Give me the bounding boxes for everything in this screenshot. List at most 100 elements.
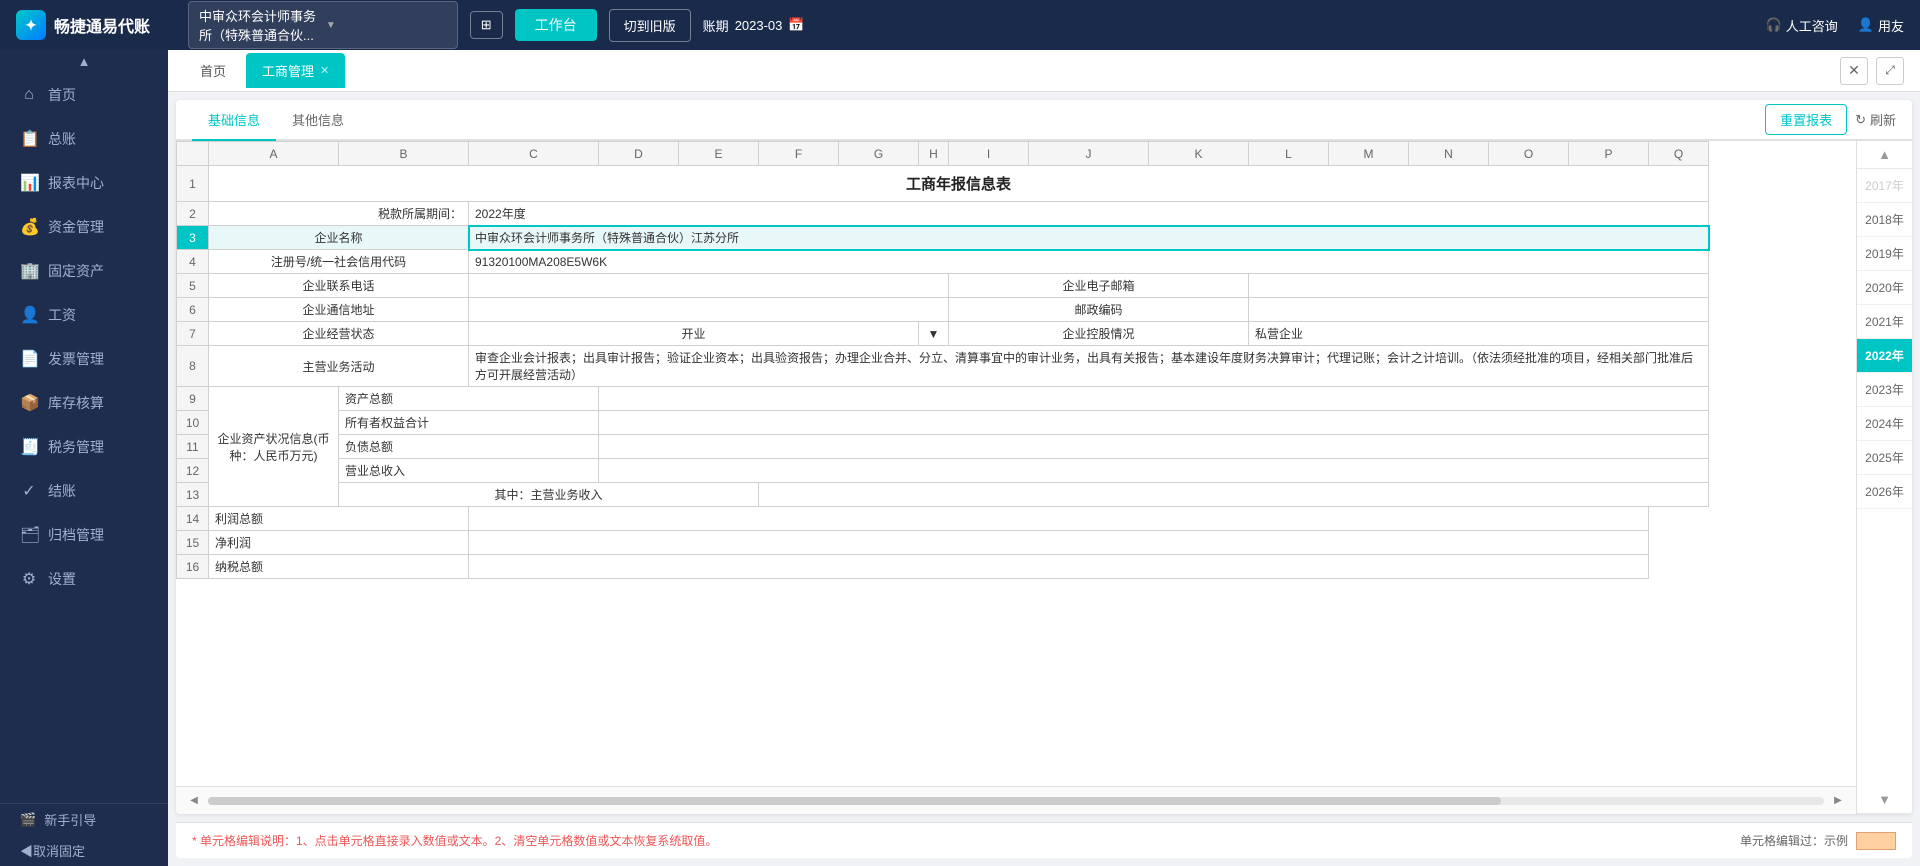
window-expand-button[interactable]: ⤢ (1876, 57, 1904, 85)
cell-5-phone[interactable] (469, 274, 949, 298)
cell-13-label: 其中：主营业务收入 (339, 483, 759, 507)
sidebar-label-tax: 税务管理 (48, 437, 104, 457)
year-item-2019[interactable]: 2019年 (1857, 237, 1912, 271)
sidebar-item-home[interactable]: ⌂ 首页 (0, 73, 168, 117)
year-item-2020[interactable]: 2020年 (1857, 271, 1912, 305)
cell-15-value[interactable] (469, 531, 1649, 555)
tab-business[interactable]: 工商管理 ✕ (246, 53, 345, 88)
col-header-o[interactable]: O (1489, 142, 1569, 166)
spreadsheet-wrapper: A B C D E F G H I J (176, 141, 1856, 814)
sidebar-item-closing[interactable]: ✓ 结账 (0, 469, 168, 513)
horizontal-scrollbar[interactable]: ◀ ▶ (176, 786, 1856, 814)
cell-4-value[interactable]: 91320100MA208E5W6K (469, 250, 1709, 274)
cell-assets-group-label: 企业资产状况信息(币种：人民币万元) (209, 387, 339, 507)
col-header-h[interactable]: H (919, 142, 949, 166)
row-num-14: 14 (177, 507, 209, 531)
footer-bar: * 单元格编辑说明：1、点击单元格直接录入数值或文本。2、清空单元格数值或文本恢… (176, 822, 1912, 858)
sub-tab-basic[interactable]: 基础信息 (192, 100, 276, 141)
scroll-thumb[interactable] (208, 797, 1501, 805)
sidebar-item-finance[interactable]: 💰 资金管理 (0, 205, 168, 249)
workbench-button[interactable]: 工作台 (515, 9, 597, 41)
cell-7-dropdown-icon[interactable]: ▼ (919, 322, 949, 346)
col-header-e[interactable]: E (679, 142, 759, 166)
cell-8-value[interactable]: 审查企业会计报表；出具审计报告；验证企业资本；出具验资报告；办理企业合并、分立、… (469, 346, 1709, 387)
cell-5-email[interactable] (1249, 274, 1709, 298)
year-item-2025[interactable]: 2025年 (1857, 441, 1912, 475)
sidebar-item-reports[interactable]: 📊 报表中心 (0, 161, 168, 205)
cell-6-zip[interactable] (1249, 298, 1709, 322)
col-header-d[interactable]: D (599, 142, 679, 166)
reset-button[interactable]: 重置报表 (1765, 104, 1847, 135)
new-guide-button[interactable]: 🎬 新手引导 (0, 804, 168, 835)
year-item-2017[interactable]: 2017年 (1857, 169, 1912, 203)
cell-6-address[interactable] (469, 298, 949, 322)
col-header-a[interactable]: A (209, 142, 339, 166)
cell-8-label: 主营业务活动 (209, 346, 469, 387)
col-header-j[interactable]: J (1029, 142, 1149, 166)
tab-home[interactable]: 首页 (184, 53, 242, 88)
col-header-b[interactable]: B (339, 142, 469, 166)
row-num-15: 15 (177, 531, 209, 555)
year-scroll-up-button[interactable]: ▲ (1857, 141, 1912, 169)
sidebar-scroll-up[interactable]: ▲ (0, 50, 168, 73)
col-header-c[interactable]: C (469, 142, 599, 166)
copy-company-button[interactable]: ⊞ (470, 11, 503, 39)
cell-7-holding-value[interactable]: 私营企业 (1249, 322, 1709, 346)
row-num-7: 7 (177, 322, 209, 346)
row-num-9: 9 (177, 387, 209, 411)
cell-13-value[interactable] (759, 483, 1709, 507)
col-header-i[interactable]: I (949, 142, 1029, 166)
calendar-icon[interactable]: 📅 (788, 17, 804, 33)
scroll-right-arrow[interactable]: ▶ (1828, 791, 1848, 811)
company-selector[interactable]: 中审众环会计师事务所（特殊普通合伙... ▼ (188, 1, 458, 49)
year-item-2023[interactable]: 2023年 (1857, 373, 1912, 407)
unpin-label: ◀取消固定 (20, 841, 85, 860)
col-header-f[interactable]: F (759, 142, 839, 166)
edited-label: 单元格编辑过：示例 (1740, 832, 1848, 849)
year-item-2018[interactable]: 2018年 (1857, 203, 1912, 237)
sidebar-item-invoice[interactable]: 📄 发票管理 (0, 337, 168, 381)
tab-close-icon[interactable]: ✕ (320, 64, 329, 77)
consult-button[interactable]: 🎧 人工咨询 (1766, 16, 1838, 35)
col-header-q[interactable]: Q (1649, 142, 1709, 166)
sidebar-item-inventory[interactable]: 📦 库存核算 (0, 381, 168, 425)
sidebar-item-tax[interactable]: 🧾 税务管理 (0, 425, 168, 469)
year-item-2021[interactable]: 2021年 (1857, 305, 1912, 339)
col-header-n[interactable]: N (1409, 142, 1489, 166)
old-version-button[interactable]: 切到旧版 (609, 9, 691, 42)
cell-3-value[interactable]: 中审众环会计师事务所（特殊普通合伙）江苏分所 (469, 226, 1709, 250)
cell-7-label: 企业经营状态 (209, 322, 469, 346)
sidebar-item-settings[interactable]: ⚙ 设置 (0, 557, 168, 601)
cell-2-value[interactable]: 2022年度 (469, 202, 1709, 226)
sub-tab-other[interactable]: 其他信息 (276, 100, 360, 141)
scroll-left-arrow[interactable]: ◀ (184, 791, 204, 811)
cell-12-value[interactable] (599, 459, 1709, 483)
unpin-button[interactable]: ◀取消固定 (0, 835, 168, 866)
cell-11-value[interactable] (599, 435, 1709, 459)
scroll-track[interactable] (208, 797, 1824, 805)
cell-14-value[interactable] (469, 507, 1649, 531)
cell-7-status[interactable]: 开业 (469, 322, 919, 346)
sidebar-item-archive[interactable]: 🗂 归档管理 (0, 513, 168, 557)
col-header-l[interactable]: L (1249, 142, 1329, 166)
year-item-2024[interactable]: 2024年 (1857, 407, 1912, 441)
cell-9-value[interactable] (599, 387, 1709, 411)
spreadsheet-container[interactable]: A B C D E F G H I J (176, 141, 1856, 786)
year-scroll-down-button[interactable]: ▼ (1857, 786, 1912, 814)
cell-10-value[interactable] (599, 411, 1709, 435)
sidebar-item-ledger[interactable]: 📋 总账 (0, 117, 168, 161)
user-area[interactable]: 👤 用友 (1858, 16, 1904, 35)
refresh-button[interactable]: ↻ 刷新 (1855, 110, 1896, 129)
window-close-button[interactable]: ✕ (1840, 57, 1868, 85)
sidebar-item-payroll[interactable]: 👤 工资 (0, 293, 168, 337)
col-header-p[interactable]: P (1569, 142, 1649, 166)
cell-16-value[interactable] (469, 555, 1649, 579)
sidebar-item-assets[interactable]: 🏢 固定资产 (0, 249, 168, 293)
year-item-2022[interactable]: 2022年 (1857, 339, 1912, 373)
year-panel: ▲ 2017年 2018年 2019年 2020年 2021年 2022年 20… (1856, 141, 1912, 814)
col-header-k[interactable]: K (1149, 142, 1249, 166)
col-header-g[interactable]: G (839, 142, 919, 166)
period-label: 账期 (703, 16, 729, 35)
year-item-2026[interactable]: 2026年 (1857, 475, 1912, 509)
col-header-m[interactable]: M (1329, 142, 1409, 166)
